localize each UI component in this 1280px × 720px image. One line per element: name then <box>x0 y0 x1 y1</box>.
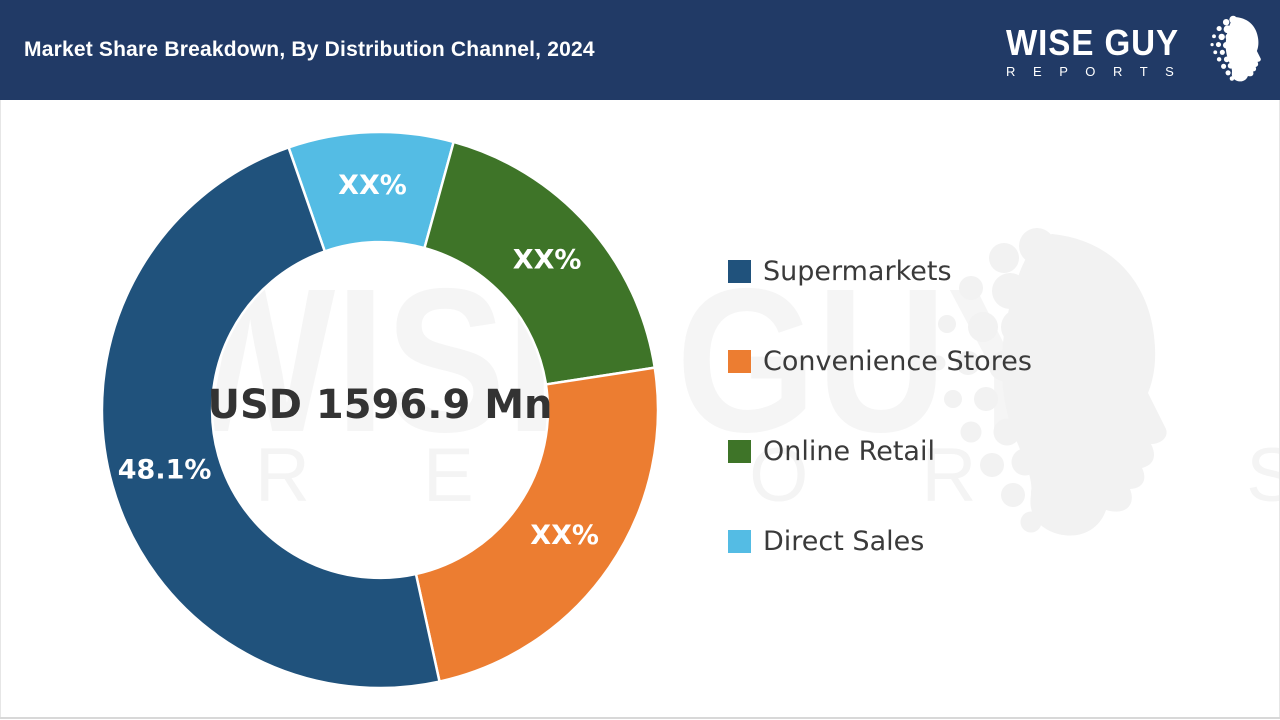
legend-label: Convenience Stores <box>763 345 1032 377</box>
logo-wordmark-sub: R E P O R T S <box>1005 63 1181 79</box>
logo-head-icon <box>1210 15 1261 82</box>
footer-divider <box>0 717 1280 719</box>
header-bar: Market Share Breakdown, By Distribution … <box>0 0 1280 100</box>
logo-wordmark: WISE GUY R E P O R T S <box>1005 21 1194 79</box>
left-border <box>0 100 1 717</box>
legend-swatch <box>728 439 751 463</box>
logo-wordmark-main: WISE GUY <box>1005 21 1179 63</box>
legend-item-convenience-stores: Convenience Stores <box>728 336 1032 386</box>
legend-item-supermarkets: Supermarkets <box>728 246 1032 296</box>
legend-swatch <box>728 529 751 553</box>
legend-swatch <box>728 349 751 373</box>
legend-label: Direct Sales <box>763 525 925 557</box>
slice-percent-label: XX% <box>530 520 599 551</box>
legend-label: Supermarkets <box>763 255 952 287</box>
legend-item-online-retail: Online Retail <box>728 426 1032 476</box>
slice-percent-label: XX% <box>513 245 582 276</box>
slice-percent-label: 48.1% <box>118 454 212 485</box>
chart-legend: Supermarkets Convenience Stores Online Ret… <box>728 246 1032 606</box>
page: Market Share Breakdown, By Distribution … <box>0 0 1280 720</box>
chart-center-value: USD 1596.9 Mn <box>207 382 553 428</box>
legend-swatch <box>728 259 751 283</box>
slice-percent-label: XX% <box>338 170 407 201</box>
brand-logo: WISE GUY R E P O R T S <box>1006 8 1262 94</box>
page-title: Market Share Breakdown, By Distribution … <box>24 38 595 61</box>
legend-item-direct-sales: Direct Sales <box>728 516 1032 566</box>
legend-label: Online Retail <box>763 435 935 467</box>
